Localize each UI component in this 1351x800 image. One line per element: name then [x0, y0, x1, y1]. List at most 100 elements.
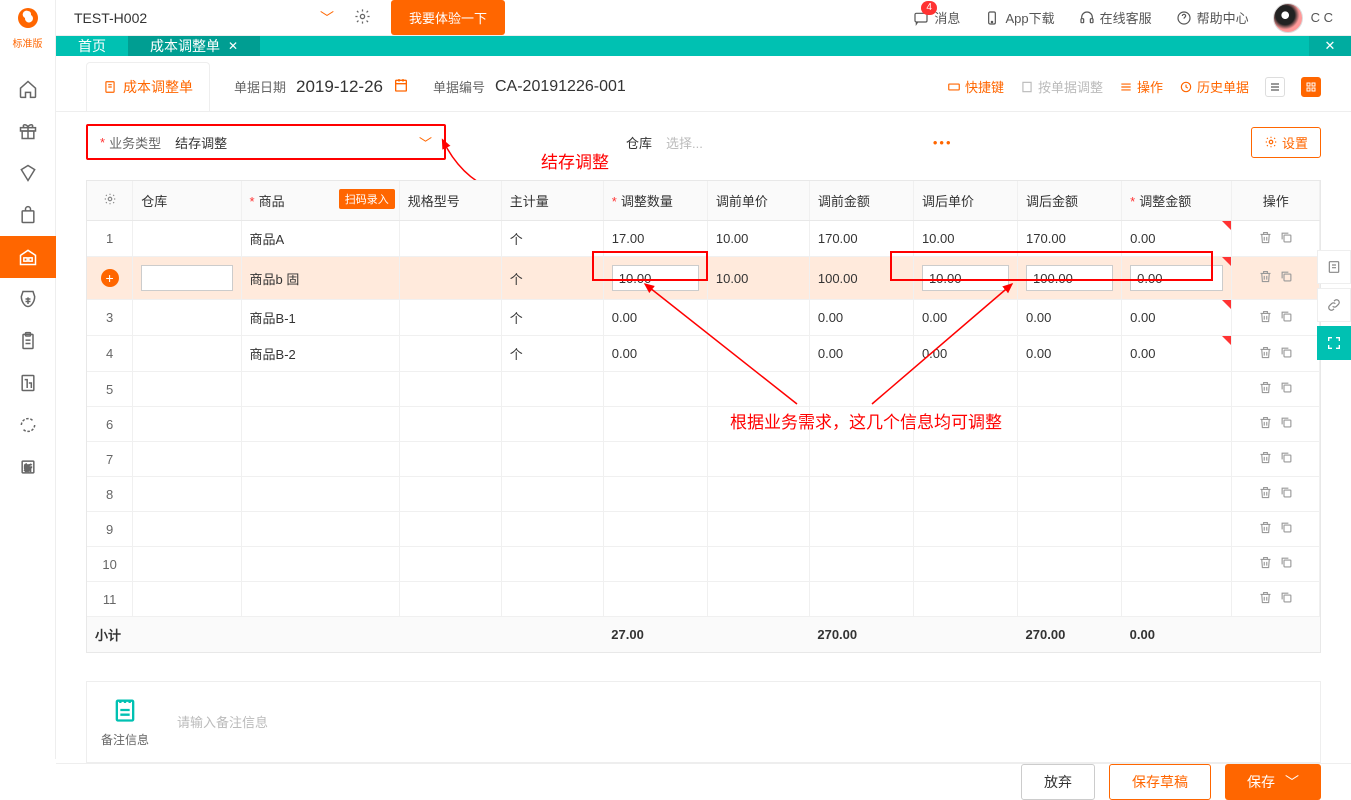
view-list-toggle[interactable] [1265, 77, 1285, 97]
doc-date[interactable]: 单据日期 2019-12-26 [234, 77, 409, 97]
table-row[interactable]: 11 [87, 582, 1320, 617]
history-link[interactable]: 历史单据 [1179, 77, 1249, 96]
more-dots[interactable]: ••• [933, 135, 953, 150]
save-button[interactable]: 保存﹀ [1225, 764, 1321, 800]
float-expand-icon[interactable] [1317, 326, 1351, 360]
phone-icon [984, 10, 1000, 26]
nav-clipboard-icon[interactable] [0, 320, 56, 362]
table-row[interactable]: 7 [87, 442, 1320, 477]
nav-report-icon[interactable] [0, 362, 56, 404]
tab-cost-adjust[interactable]: 成本调整单✕ [128, 36, 260, 56]
table-row[interactable]: 3商品B-1个0.000.000.000.000.00 [87, 300, 1320, 336]
adj-input[interactable]: 0.00 [1130, 265, 1223, 291]
close-icon[interactable]: ✕ [228, 39, 238, 53]
nav-gift-icon[interactable] [0, 110, 56, 152]
topbar-help[interactable]: 帮助中心 [1176, 8, 1249, 27]
copy-icon[interactable] [1279, 450, 1294, 465]
topbar-download[interactable]: App下载 [984, 8, 1054, 27]
table-row[interactable]: 10 [87, 547, 1320, 582]
copy-icon[interactable] [1279, 555, 1294, 570]
calendar-icon[interactable] [393, 77, 409, 96]
nav-sync-icon[interactable] [0, 404, 56, 446]
delete-icon[interactable] [1258, 590, 1273, 605]
user-name: C C [1311, 10, 1333, 25]
copy-icon[interactable] [1279, 269, 1294, 284]
shortcut-link[interactable]: 快捷键 [947, 77, 1004, 96]
post-price-input[interactable]: 10.00 [922, 265, 1009, 291]
float-link-icon[interactable] [1317, 288, 1351, 322]
gear-icon[interactable] [354, 8, 371, 28]
th-spec: 规格型号 [399, 181, 501, 221]
delete-icon[interactable] [1258, 309, 1273, 324]
table-row[interactable]: +商品b 固个10.0010.00100.0010.00100.000.00 [87, 257, 1320, 300]
warehouse-label: 仓库 [626, 133, 652, 152]
ops-link[interactable]: 操作 [1119, 77, 1163, 96]
wh-input[interactable] [141, 265, 232, 291]
copy-icon[interactable] [1279, 380, 1294, 395]
gear-icon [1264, 135, 1278, 149]
warehouse-select[interactable]: 选择... [666, 133, 703, 152]
th-product: *商品扫码录入 [241, 181, 399, 221]
view-grid-toggle[interactable] [1301, 77, 1321, 97]
business-type-select[interactable]: * 业务类型 结存调整 ﹀ [86, 124, 446, 160]
table-row[interactable]: 5 [87, 372, 1320, 407]
table-row[interactable]: 1商品A个17.0010.00170.0010.00170.000.00 [87, 221, 1320, 257]
nav-warehouse-icon[interactable] [0, 236, 56, 278]
triangle-marker [1222, 336, 1231, 345]
table-row[interactable]: 9 [87, 512, 1320, 547]
copy-icon[interactable] [1279, 230, 1294, 245]
filter-row: * 业务类型 结存调整 ﹀ 结存调整 仓库 选择... ••• 设置 [56, 112, 1351, 166]
delete-icon[interactable] [1258, 230, 1273, 245]
nav-money-icon[interactable] [0, 278, 56, 320]
org-name: TEST-H002 [74, 10, 147, 26]
delete-icon[interactable] [1258, 485, 1273, 500]
logo-text: 标准版 [13, 35, 43, 50]
remark-input[interactable] [177, 715, 1306, 730]
svg-text:新: 新 [24, 462, 32, 472]
delete-icon[interactable] [1258, 269, 1273, 284]
list-icon [1119, 80, 1133, 94]
topbar-service[interactable]: 在线客服 [1079, 8, 1152, 27]
keyboard-icon [947, 80, 961, 94]
nav-home-icon[interactable] [0, 68, 56, 110]
table-row[interactable]: 8 [87, 477, 1320, 512]
nav-bag-icon[interactable] [0, 194, 56, 236]
th-gear[interactable] [87, 181, 133, 221]
settings-button[interactable]: 设置 [1251, 127, 1321, 158]
nav-diamond-icon[interactable] [0, 152, 56, 194]
try-button[interactable]: 我要体验一下 [391, 0, 505, 35]
delete-icon[interactable] [1258, 415, 1273, 430]
nav-new-icon[interactable]: 新 [0, 446, 56, 488]
avatar[interactable] [1273, 3, 1303, 33]
table-row[interactable]: 6 [87, 407, 1320, 442]
org-selector[interactable]: TEST-H002 ﹀ [74, 1, 334, 35]
abandon-button[interactable]: 放弃 [1021, 764, 1095, 800]
copy-icon[interactable] [1279, 415, 1294, 430]
delete-icon[interactable] [1258, 345, 1273, 360]
bill-icon [1020, 80, 1034, 94]
delete-icon[interactable] [1258, 555, 1273, 570]
by-bill-link: 按单据调整 [1020, 77, 1103, 96]
doc-number: 单据编号 CA-20191226-001 [433, 77, 626, 96]
table-row[interactable]: 4商品B-2个0.000.000.000.000.00 [87, 336, 1320, 372]
tab-home[interactable]: 首页 [56, 36, 128, 56]
doc-header: 成本调整单 单据日期 2019-12-26 单据编号 CA-20191226-0… [56, 62, 1351, 112]
close-all-tabs[interactable]: ✕ [1309, 36, 1351, 56]
float-note-icon[interactable] [1317, 250, 1351, 284]
copy-icon[interactable] [1279, 345, 1294, 360]
scan-button[interactable]: 扫码录入 [339, 189, 395, 209]
copy-icon[interactable] [1279, 590, 1294, 605]
document-icon [103, 80, 117, 94]
delete-icon[interactable] [1258, 520, 1273, 535]
th-warehouse: 仓库 [133, 181, 241, 221]
delete-icon[interactable] [1258, 450, 1273, 465]
topbar-messages[interactable]: 4 消息 [913, 8, 960, 27]
qty-input[interactable]: 10.00 [612, 265, 699, 291]
copy-icon[interactable] [1279, 520, 1294, 535]
post-amount-input[interactable]: 100.00 [1026, 265, 1113, 291]
add-row-icon[interactable]: + [101, 269, 119, 287]
save-draft-button[interactable]: 保存草稿 [1109, 764, 1211, 800]
delete-icon[interactable] [1258, 380, 1273, 395]
copy-icon[interactable] [1279, 309, 1294, 324]
copy-icon[interactable] [1279, 485, 1294, 500]
